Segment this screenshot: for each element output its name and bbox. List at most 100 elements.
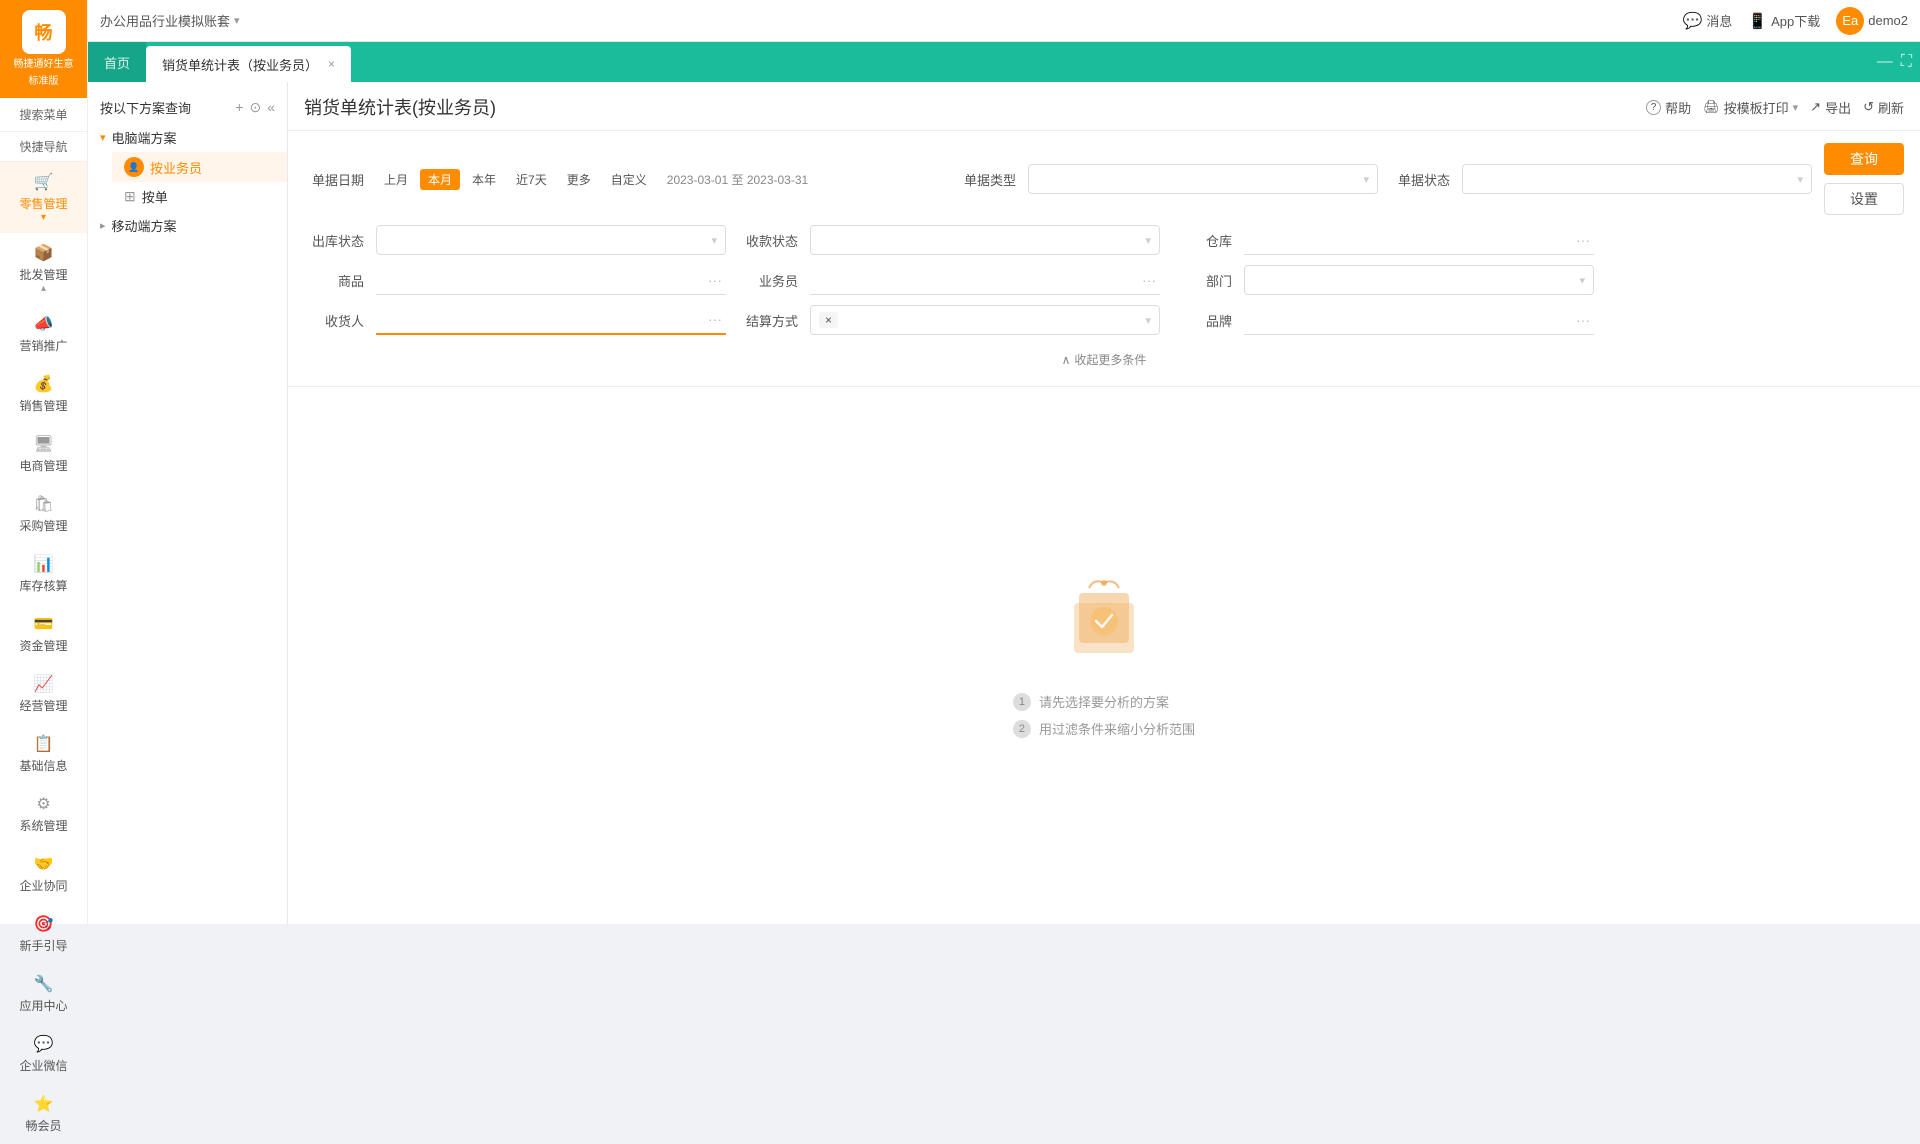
sidebar-quick-nav[interactable]: 快捷导航 — [0, 132, 87, 162]
document-status-select[interactable]: ▾ — [1462, 164, 1812, 194]
sidebar-item-operations[interactable]: 📈 经营管理 — [0, 664, 87, 724]
payment-chevron: ▾ — [1145, 234, 1151, 247]
collapse-btn[interactable]: ∧ 收起更多条件 — [304, 345, 1904, 374]
payment-select[interactable]: ▾ — [810, 225, 1160, 255]
tab-maximize-btn[interactable]: ⛶ — [1901, 53, 1912, 71]
tree-mobile-section[interactable]: ▸ 移动端方案 — [88, 211, 287, 240]
empty-step-2: 2 用过滤条件来缩小分析范围 — [1013, 719, 1195, 738]
settlement-select[interactable]: × ▾ — [810, 305, 1160, 335]
inventory-icon: 📊 — [34, 554, 54, 574]
sidebar-item-retail[interactable]: 🛒 零售管理 ▾ — [0, 162, 87, 233]
help-btn[interactable]: ? 帮助 — [1646, 98, 1691, 117]
tree-pc-children: 👤 按业务员 ⊞ 按单 — [88, 152, 287, 211]
empty-step-1: 1 请先选择要分析的方案 — [1013, 692, 1195, 711]
department-label: 部门 — [1172, 271, 1232, 290]
left-panel-header: 按以下方案查询 + ⊙ « — [88, 92, 287, 123]
order-icon: ⊞ — [124, 188, 136, 205]
logo-icon: 畅 — [22, 10, 66, 54]
sidebar-item-sales[interactable]: 💰 销售管理 — [0, 364, 87, 424]
user-profile[interactable]: Ea demo2 — [1836, 7, 1908, 35]
tab-sales-stats[interactable]: 销货单统计表（按业务员） × — [146, 46, 351, 82]
refresh-icon: ↺ — [1863, 99, 1874, 115]
tabbar-actions: — ⛶ — [1877, 53, 1920, 71]
print-btn[interactable]: 🖨 按模板打印 ▾ — [1703, 98, 1798, 117]
recipient-dots[interactable]: ··· — [708, 311, 722, 327]
query-btn[interactable]: 查询 — [1824, 143, 1904, 175]
recipient-label: 收货人 — [304, 311, 364, 330]
sidebar-item-purchase[interactable]: 🛍 采购管理 — [0, 484, 87, 544]
tree-item-salesperson[interactable]: 👤 按业务员 — [112, 152, 287, 182]
empty-illustration — [1054, 573, 1154, 676]
sidebar-item-basics[interactable]: 📋 基础信息 — [0, 724, 87, 784]
main-area: 办公用品行业模拟账套 ▾ 💬 消息 📱 App下载 Ea demo2 首页 — [88, 0, 1920, 924]
add-scheme-btn[interactable]: + — [235, 99, 243, 116]
date-btn-more[interactable]: 更多 — [559, 169, 599, 190]
wholesale-icon: 📦 — [34, 243, 54, 263]
app-download-btn[interactable]: 📱 App下载 — [1748, 11, 1820, 30]
date-btn-last-month[interactable]: 上月 — [376, 169, 416, 190]
warehouse-dots[interactable]: ··· — [1576, 232, 1590, 248]
tree-mobile-label: 移动端方案 — [112, 216, 177, 235]
operations-icon: 📈 — [34, 674, 54, 694]
product-label: 商品 — [304, 271, 364, 290]
outbound-label: 出库状态 — [304, 231, 364, 250]
sidebar-item-finance[interactable]: 💳 资金管理 — [0, 604, 87, 664]
print-label: 按模板打印 — [1724, 98, 1789, 117]
document-type-select[interactable]: ▾ — [1028, 164, 1378, 194]
document-type-label: 单据类型 — [956, 170, 1016, 189]
date-label: 单据日期 — [304, 170, 364, 189]
salesperson-dots[interactable]: ··· — [1142, 272, 1156, 288]
account-dropdown[interactable]: 办公用品行业模拟账套 ▾ — [100, 11, 240, 30]
product-dots[interactable]: ··· — [708, 272, 722, 288]
tree-expand-icon: ▾ — [100, 131, 106, 144]
sidebar-item-appstore[interactable]: 🔧 应用中心 — [0, 964, 87, 1024]
collapse-panel-btn[interactable]: « — [267, 99, 275, 116]
sidebar-item-enterprise[interactable]: 🤝 企业协同 — [0, 844, 87, 904]
marketing-icon: 📣 — [34, 314, 54, 334]
sidebar-item-inventory[interactable]: 📊 库存核算 — [0, 544, 87, 604]
date-btn-this-year[interactable]: 本年 — [464, 169, 504, 190]
tree-item-order[interactable]: ⊞ 按单 — [112, 182, 287, 211]
filter-row-1: 单据日期 上月 本月 本年 近7天 更多 自定义 2023-03-01 至 20… — [304, 143, 1904, 215]
brand-dots[interactable]: ··· — [1576, 312, 1590, 328]
message-btn[interactable]: 💬 消息 — [1682, 11, 1732, 31]
sidebar-item-membership[interactable]: ⭐ 畅会员 — [0, 1084, 87, 1144]
sidebar-item-marketing[interactable]: 📣 营销推广 — [0, 304, 87, 364]
outbound-select[interactable]: ▾ — [376, 225, 726, 255]
export-btn[interactable]: ↗ 导出 — [1810, 98, 1851, 117]
department-select[interactable]: ▾ — [1244, 265, 1594, 295]
tab-close-icon[interactable]: × — [328, 57, 335, 71]
department-chevron: ▾ — [1579, 274, 1585, 287]
date-btn-custom[interactable]: 自定义 — [603, 169, 655, 190]
purchase-icon: 🛍 — [33, 494, 53, 514]
brand-cell: ··· — [1244, 305, 1594, 335]
sidebar-search[interactable]: 搜索菜单 — [0, 98, 87, 132]
ecommerce-icon: 🖥 — [33, 434, 53, 454]
tree-pc-section[interactable]: ▾ 电脑端方案 — [88, 123, 287, 152]
content-area: 按以下方案查询 + ⊙ « ▾ 电脑端方案 👤 按业务员 — [88, 82, 1920, 924]
print-icon: 🖨 — [1703, 99, 1720, 115]
sales-icon: 💰 — [34, 374, 54, 394]
app-logo[interactable]: 畅 畅捷通好生意 标准版 — [0, 0, 87, 98]
date-btn-this-month[interactable]: 本月 — [420, 169, 460, 190]
date-group: 上月 本月 本年 近7天 更多 自定义 2023-03-01 至 2023-03… — [376, 169, 944, 190]
filter-row-4: 收货人 ··· 结算方式 × ▾ 品牌 — [304, 305, 1904, 335]
date-btn-7days[interactable]: 近7天 — [508, 169, 555, 190]
settlement-tag: × — [819, 312, 838, 328]
sidebar-item-wholesale[interactable]: 📦 批发管理 ▴ — [0, 233, 87, 304]
recipient-cell: ··· — [376, 305, 726, 335]
sidebar-item-ecommerce[interactable]: 🖥 电商管理 — [0, 424, 87, 484]
membership-icon: ⭐ — [34, 1094, 54, 1114]
warehouse-label: 仓库 — [1172, 231, 1232, 250]
settings-scheme-btn[interactable]: ⊙ — [249, 99, 261, 116]
empty-steps: 1 请先选择要分析的方案 2 用过滤条件来缩小分析范围 — [1013, 692, 1195, 738]
action-col: 查询 设置 — [1824, 143, 1904, 215]
settings-btn[interactable]: 设置 — [1824, 183, 1904, 215]
refresh-btn[interactable]: ↺ 刷新 — [1863, 98, 1904, 117]
sidebar-item-system[interactable]: ⚙ 系统管理 — [0, 784, 87, 844]
sidebar-item-wechat[interactable]: 💬 企业微信 — [0, 1024, 87, 1084]
tab-minimize-btn[interactable]: — — [1877, 53, 1893, 71]
tab-home[interactable]: 首页 — [88, 42, 146, 82]
sidebar-item-newuser[interactable]: 🎯 新手引导 — [0, 904, 87, 964]
wechat-icon: 💬 — [34, 1034, 54, 1054]
